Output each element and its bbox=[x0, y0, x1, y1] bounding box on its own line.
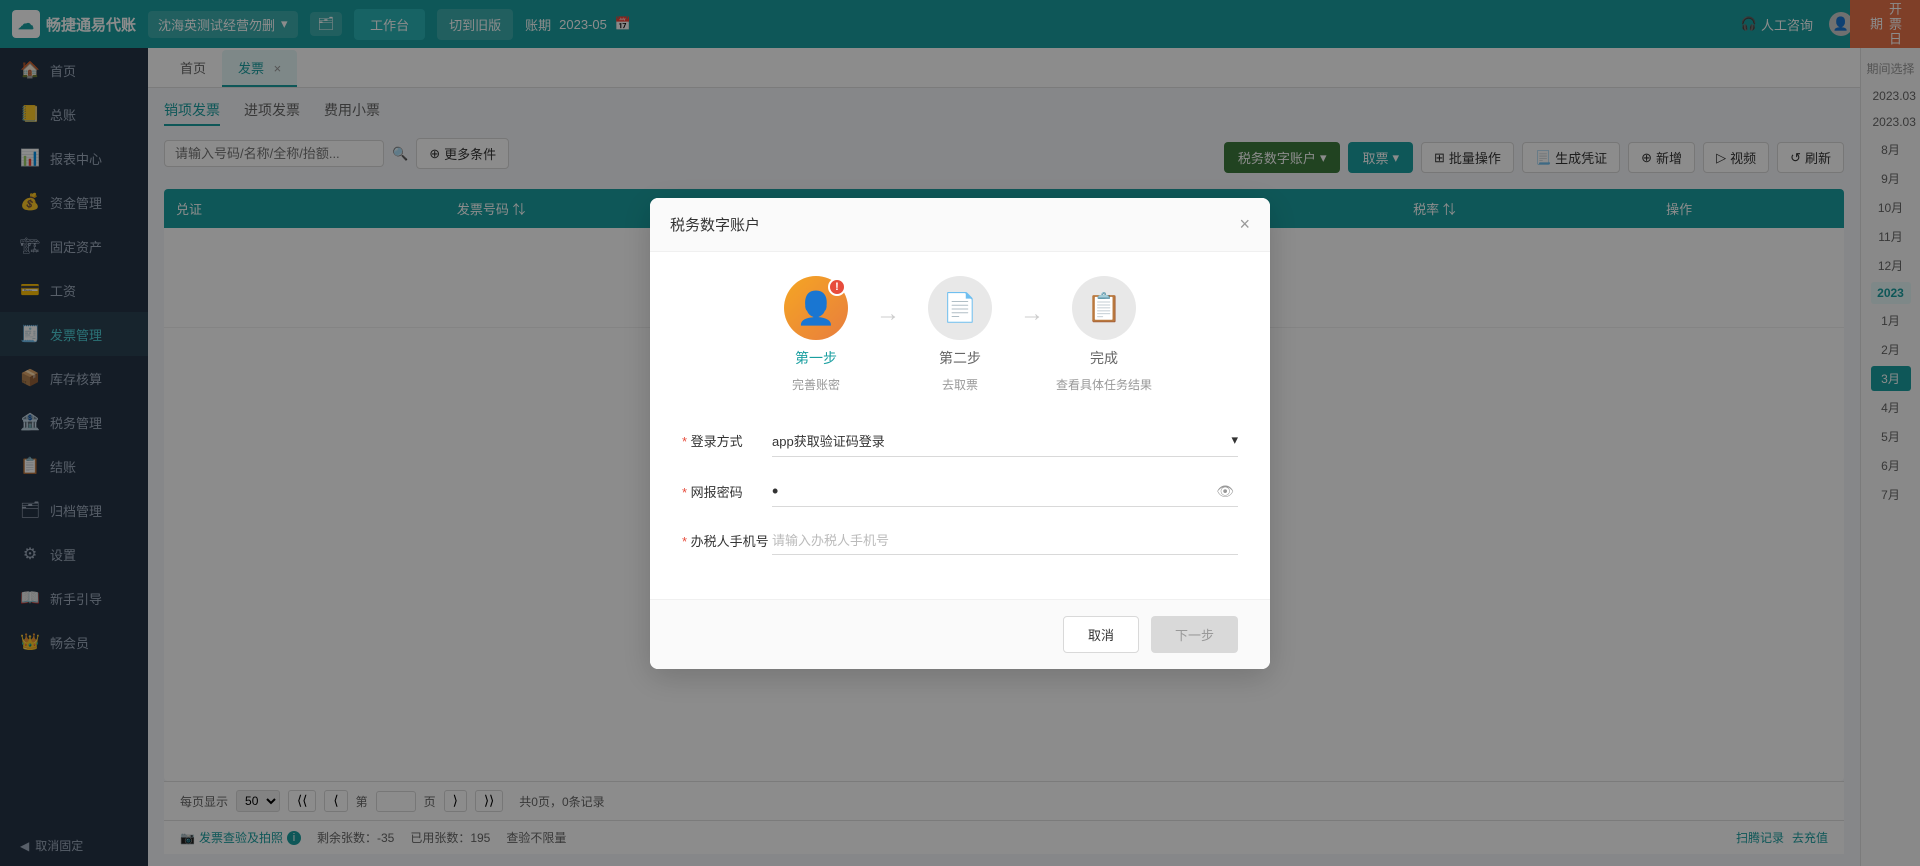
step-2-doc-icon: 📄 bbox=[943, 291, 978, 324]
phone-field bbox=[772, 527, 1238, 555]
eye-icon[interactable]: 👁 bbox=[1212, 483, 1238, 500]
password-input-wrapper: 👁 bbox=[772, 477, 1238, 507]
arrow-1: → bbox=[876, 300, 900, 328]
step-1-label: 第一步 bbox=[795, 348, 837, 368]
login-method-label: 登录方式 bbox=[682, 431, 772, 450]
step-2-icon: 📄 bbox=[928, 276, 992, 340]
step-1-user-icon: 👤 bbox=[796, 289, 836, 327]
step-3-desc: 查看具体任务结果 bbox=[1056, 376, 1152, 393]
step-1-icon: 👤 ! bbox=[784, 276, 848, 340]
modal-footer: 取消 下一步 bbox=[650, 599, 1270, 669]
phone-label: 办税人手机号 bbox=[682, 531, 772, 550]
modal-overlay: 税务数字账户 × 👤 ! 第一步 完善账密 → bbox=[0, 0, 1920, 866]
password-field: 👁 bbox=[772, 477, 1238, 507]
phone-input[interactable] bbox=[772, 527, 1238, 555]
step-3-complete-icon: 📋 bbox=[1087, 291, 1122, 324]
arrow-2: → bbox=[1020, 300, 1044, 328]
step-2-label: 第二步 bbox=[939, 348, 981, 368]
modal-title: 税务数字账户 bbox=[670, 214, 760, 235]
login-method-row: 登录方式 app获取验证码登录 ▾ bbox=[682, 425, 1238, 457]
step-1: 👤 ! 第一步 完善账密 bbox=[756, 276, 876, 393]
step-3-label: 完成 bbox=[1090, 348, 1118, 368]
password-input[interactable] bbox=[772, 477, 1212, 506]
tax-digital-modal: 税务数字账户 × 👤 ! 第一步 完善账密 → bbox=[650, 198, 1270, 669]
step-2-desc: 去取票 bbox=[942, 376, 978, 393]
step-1-desc: 完善账密 bbox=[792, 376, 840, 393]
login-method-select[interactable]: app获取验证码登录 ▾ bbox=[772, 425, 1238, 457]
modal-form: 登录方式 app获取验证码登录 ▾ 网报密码 👁 bbox=[682, 425, 1238, 555]
phone-row: 办税人手机号 bbox=[682, 527, 1238, 555]
step-3: 📋 完成 查看具体任务结果 bbox=[1044, 276, 1164, 393]
login-method-value: app获取验证码登录 bbox=[772, 431, 885, 450]
step-3-icon: 📋 bbox=[1072, 276, 1136, 340]
modal-body: 👤 ! 第一步 完善账密 → 📄 第二步 去取票 → bbox=[650, 252, 1270, 599]
next-button[interactable]: 下一步 bbox=[1151, 616, 1238, 653]
step-1-badge: ! bbox=[828, 278, 846, 296]
modal-close-button[interactable]: × bbox=[1239, 215, 1250, 233]
password-label: 网报密码 bbox=[682, 482, 772, 501]
dropdown-icon: ▾ bbox=[1231, 432, 1238, 448]
step-2: 📄 第二步 去取票 bbox=[900, 276, 1020, 393]
cancel-button[interactable]: 取消 bbox=[1063, 616, 1139, 653]
login-method-field: app获取验证码登录 ▾ bbox=[772, 425, 1238, 457]
password-row: 网报密码 👁 bbox=[682, 477, 1238, 507]
modal-header: 税务数字账户 × bbox=[650, 198, 1270, 252]
stepper: 👤 ! 第一步 完善账密 → 📄 第二步 去取票 → bbox=[682, 276, 1238, 393]
